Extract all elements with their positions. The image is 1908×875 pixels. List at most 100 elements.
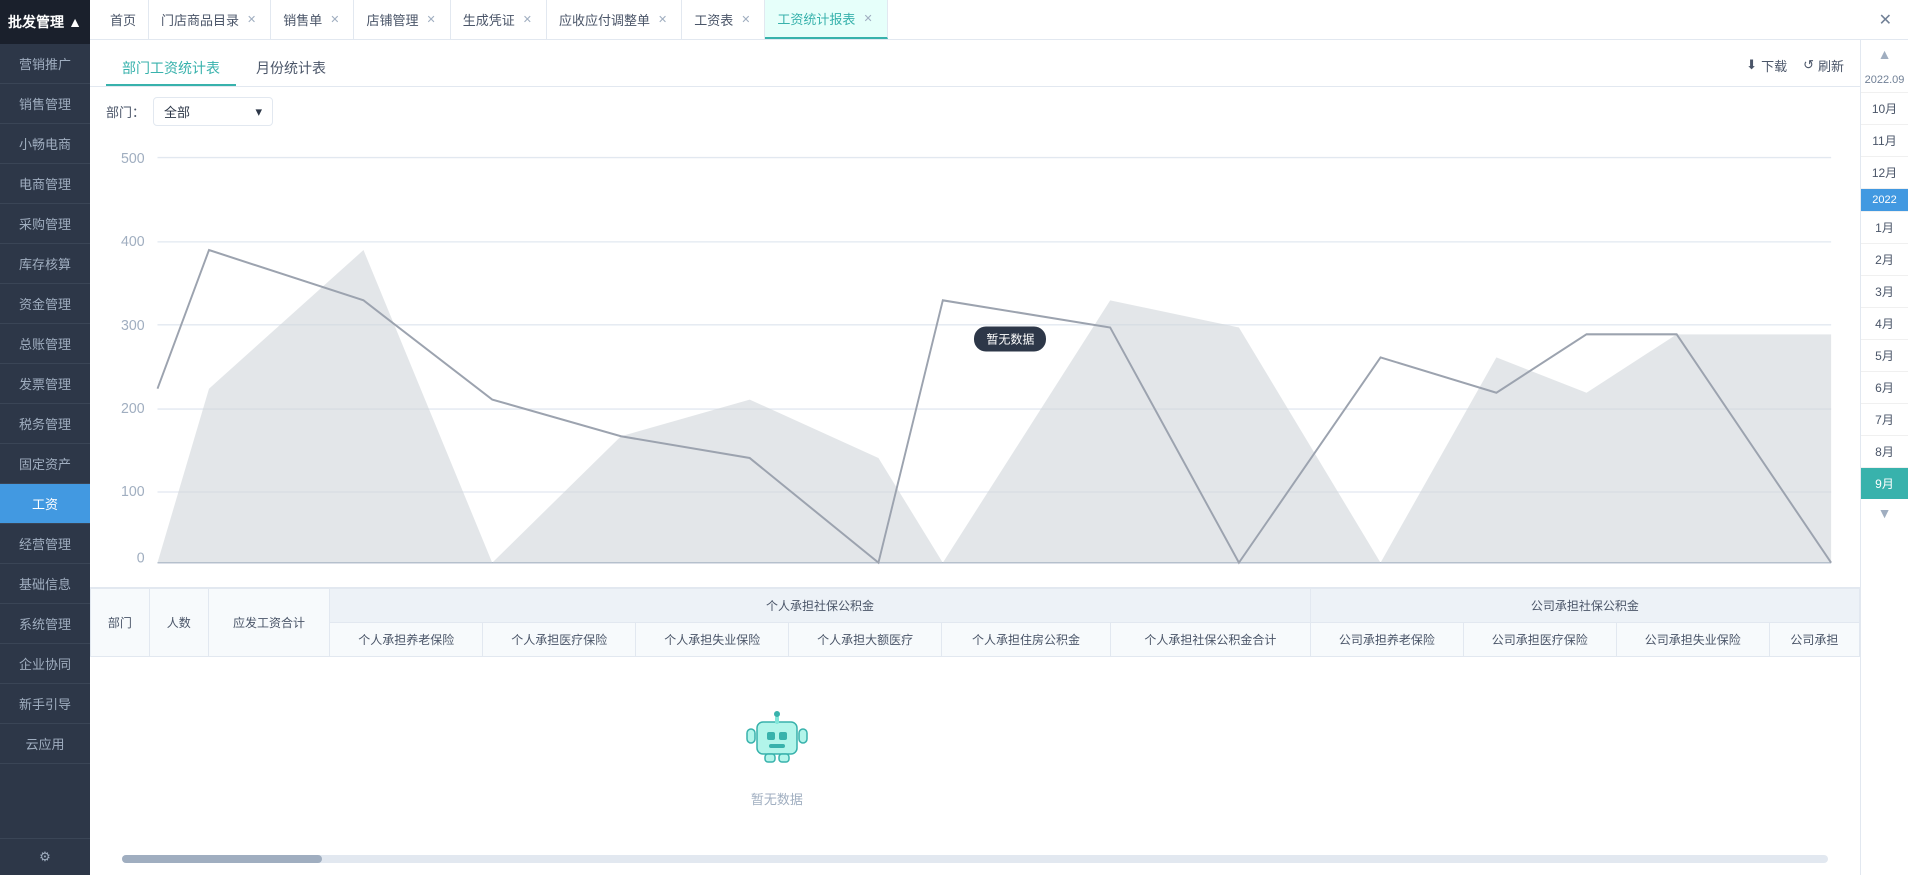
sidebar-item-sales[interactable]: 销售管理 [0, 84, 90, 124]
date-month-8[interactable]: 8月 [1861, 435, 1908, 467]
chevron-down-icon: ▾ [255, 104, 262, 120]
sidebar-item-ecommerce-small[interactable]: 小畅电商 [0, 124, 90, 164]
sub-tab-dept[interactable]: 部门工资统计表 [106, 52, 236, 86]
area-chart: 500 400 300 200 100 0 [106, 144, 1844, 579]
tab-bar-end: ✕ [1871, 6, 1900, 34]
download-icon: ⬇ [1746, 57, 1757, 73]
tab-voucher[interactable]: 生成凭证 ✕ [451, 0, 547, 39]
col-personal-medical: 个人承担医疗保险 [483, 623, 636, 657]
col-company-pension: 公司承担养老保险 [1310, 623, 1463, 657]
main-area: 首页 门店商品目录 ✕ 销售单 ✕ 店铺管理 ✕ 生成凭证 ✕ 应收应付调整单 … [90, 0, 1908, 875]
col-personal-unemployment: 个人承担失业保险 [636, 623, 789, 657]
sidebar-title: 批发管理 [8, 12, 64, 32]
tab-receivable-close[interactable]: ✕ [656, 12, 669, 27]
refresh-button[interactable]: ↺ 刷新 [1803, 56, 1844, 75]
data-table: 部门 人数 应发工资合计 个人承担社保公积金 公司承担社保公积金 个人承担养老保… [90, 588, 1860, 847]
sidebar-item-enterprise[interactable]: 企业协同 [0, 644, 90, 684]
col-personal-housing: 个人承担住房公积金 [942, 623, 1111, 657]
page-content: 部门工资统计表 月份统计表 ⬇ 下载 ↺ 刷新 [90, 40, 1908, 875]
sidebar-item-purchase[interactable]: 采购管理 [0, 204, 90, 244]
tab-catalog[interactable]: 门店商品目录 ✕ [149, 0, 271, 39]
col-group-company: 公司承担社保公积金 [1310, 589, 1859, 623]
svg-text:100: 100 [121, 484, 145, 500]
date-month-3[interactable]: 3月 [1861, 275, 1908, 307]
tab-payroll-close[interactable]: ✕ [739, 12, 752, 27]
empty-text: 暂无数据 [751, 789, 803, 808]
sidebar-item-basic[interactable]: 基础信息 [0, 564, 90, 604]
date-2022-label: 2022.09 [1861, 68, 1908, 92]
tab-receivable[interactable]: 应收应付调整单 ✕ [547, 0, 682, 39]
toolbar-right: ⬇ 下载 ↺ 刷新 [1746, 56, 1844, 83]
horizontal-scrollbar[interactable] [122, 855, 1828, 863]
sidebar-item-inventory[interactable]: 库存核算 [0, 244, 90, 284]
sidebar-item-operations[interactable]: 经营管理 [0, 524, 90, 564]
col-company-other: 公司承担 [1769, 623, 1859, 657]
sidebar-item-marketing[interactable]: 营销推广 [0, 44, 90, 84]
sidebar-item-invoice[interactable]: 发票管理 [0, 364, 90, 404]
date-month-7[interactable]: 7月 [1861, 403, 1908, 435]
tab-catalog-close[interactable]: ✕ [245, 12, 258, 27]
sub-tab-month[interactable]: 月份统计表 [240, 52, 342, 86]
sidebar-item-system[interactable]: 系统管理 [0, 604, 90, 644]
sidebar-settings-button[interactable]: ⚙ [0, 838, 90, 875]
sidebar-item-assets[interactable]: 固定资产 [0, 444, 90, 484]
tab-payroll-report[interactable]: 工资统计报表 ✕ [765, 0, 887, 39]
date-month-11[interactable]: 11月 [1861, 124, 1908, 156]
tab-payroll[interactable]: 工资表 ✕ [682, 0, 765, 39]
date-month-1[interactable]: 1月 [1861, 211, 1908, 243]
svg-text:0: 0 [137, 550, 145, 566]
tab-store[interactable]: 店铺管理 ✕ [354, 0, 450, 39]
date-month-12[interactable]: 12月 [1861, 156, 1908, 188]
filter-left: 部门： 全部 ▾ [106, 97, 273, 126]
sidebar-header[interactable]: 批发管理 ▲ [0, 0, 90, 44]
tab-payroll-report-close[interactable]: ✕ [861, 11, 874, 26]
svg-text:500: 500 [121, 151, 145, 167]
col-company-unemployment: 公司承担失业保险 [1616, 623, 1769, 657]
empty-icon [737, 697, 817, 777]
date-month-9[interactable]: 9月 [1861, 467, 1908, 499]
sidebar-item-ledger[interactable]: 总账管理 [0, 324, 90, 364]
tab-home[interactable]: 首页 [98, 0, 149, 39]
col-personal-major-medical: 个人承担大额医疗 [789, 623, 942, 657]
date-month-5[interactable]: 5月 [1861, 339, 1908, 371]
svg-text:200: 200 [121, 401, 145, 417]
col-personal-pension: 个人承担养老保险 [330, 623, 483, 657]
col-total-salary: 应发工资合计 [208, 589, 330, 657]
sidebar-item-ecommerce[interactable]: 电商管理 [0, 164, 90, 204]
sidebar-toggle-icon: ▲ [68, 14, 82, 30]
tab-sales-order-close[interactable]: ✕ [328, 12, 341, 27]
dept-label: 部门： [106, 102, 145, 121]
sidebar-item-guide[interactable]: 新手引导 [0, 684, 90, 724]
date-month-2[interactable]: 2月 [1861, 243, 1908, 275]
sidebar-item-cloud[interactable]: 云应用 [0, 724, 90, 764]
date-month-6[interactable]: 6月 [1861, 371, 1908, 403]
tab-sales-order[interactable]: 销售单 ✕ [271, 0, 354, 39]
scrollbar-area [90, 847, 1860, 875]
svg-text:300: 300 [121, 318, 145, 334]
col-group-personal: 个人承担社保公积金 [330, 589, 1311, 623]
sidebar-item-finance[interactable]: 资金管理 [0, 284, 90, 324]
date-nav-up[interactable]: ▲ [1872, 40, 1898, 68]
download-button[interactable]: ⬇ 下载 [1746, 56, 1787, 75]
col-headcount: 人数 [149, 589, 208, 657]
col-personal-total: 个人承担社保公积金合计 [1110, 623, 1310, 657]
col-dept: 部门 [91, 589, 150, 657]
sidebar-item-tax[interactable]: 税务管理 [0, 404, 90, 444]
date-year-2022-marker[interactable]: 2022 [1861, 188, 1908, 211]
data-table-area: 部门 人数 应发工资合计 个人承担社保公积金 公司承担社保公积金 个人承担养老保… [90, 587, 1860, 847]
sidebar: 批发管理 ▲ 营销推广 销售管理 小畅电商 电商管理 采购管理 库存核算 资金管… [0, 0, 90, 875]
scrollbar-thumb[interactable] [122, 855, 322, 863]
date-nav-down[interactable]: ▼ [1872, 499, 1898, 527]
tab-voucher-close[interactable]: ✕ [521, 12, 534, 27]
refresh-icon: ↺ [1803, 57, 1814, 73]
filter-toolbar: 部门： 全部 ▾ [90, 87, 1860, 136]
tab-store-close[interactable]: ✕ [425, 12, 438, 27]
center-panel: 部门工资统计表 月份统计表 ⬇ 下载 ↺ 刷新 [90, 40, 1860, 875]
date-month-10[interactable]: 10月 [1861, 92, 1908, 124]
close-all-button[interactable]: ✕ [1871, 6, 1900, 34]
date-month-4[interactable]: 4月 [1861, 307, 1908, 339]
sub-tab-bar: 部门工资统计表 月份统计表 ⬇ 下载 ↺ 刷新 [90, 40, 1860, 87]
col-company-medical: 公司承担医疗保险 [1463, 623, 1616, 657]
sidebar-item-salary[interactable]: 工资 [0, 484, 90, 524]
dept-select[interactable]: 全部 ▾ [153, 97, 273, 126]
